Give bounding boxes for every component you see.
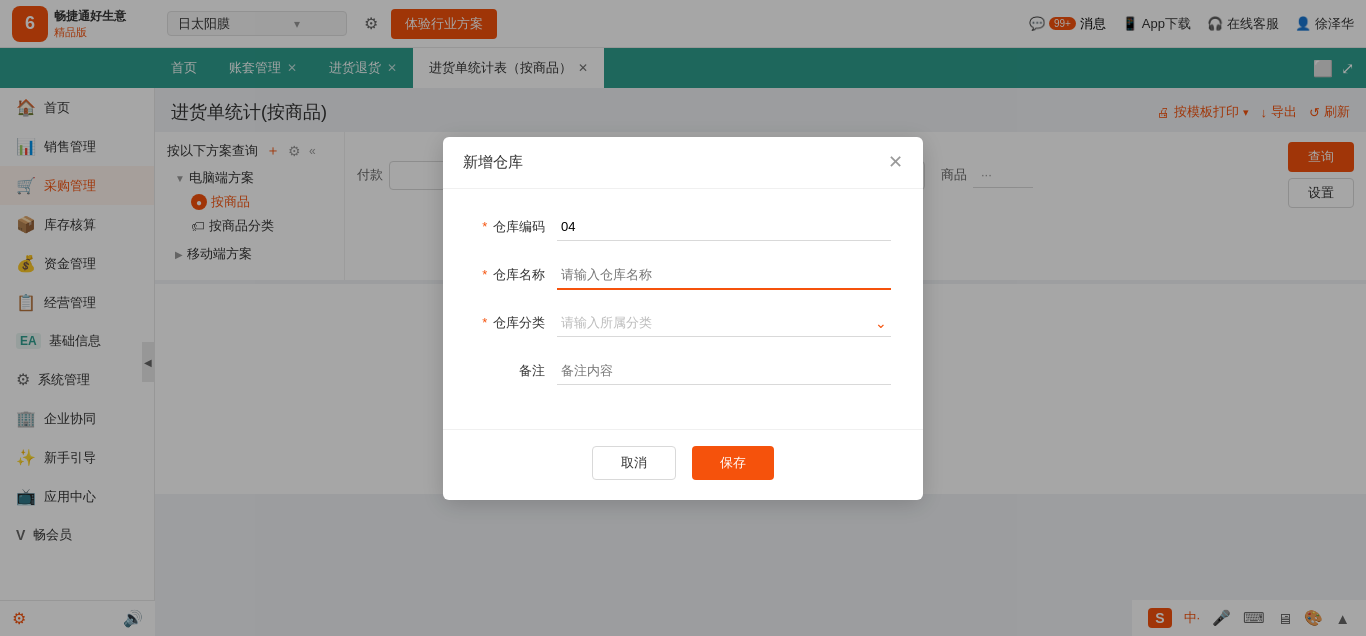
remark-label: 备注	[475, 362, 545, 380]
form-row-category: * 仓库分类 请输入所属分类 ⌄	[475, 310, 891, 337]
form-row-remark: 备注	[475, 357, 891, 385]
modal-header: 新增仓库 ✕	[443, 137, 923, 189]
code-input[interactable]	[557, 213, 891, 241]
form-row-code: * 仓库编码	[475, 213, 891, 241]
form-row-name: * 仓库名称	[475, 261, 891, 290]
remark-input[interactable]	[557, 357, 891, 385]
category-label: * 仓库分类	[475, 314, 545, 332]
code-label: * 仓库编码	[475, 218, 545, 236]
name-label: * 仓库名称	[475, 266, 545, 284]
save-button[interactable]: 保存	[692, 446, 774, 480]
modal-title: 新增仓库	[463, 153, 523, 172]
category-dropdown-icon: ⌄	[875, 315, 887, 331]
modal-overlay[interactable]: 新增仓库 ✕ * 仓库编码 * 仓库名称	[0, 0, 1366, 636]
add-warehouse-modal: 新增仓库 ✕ * 仓库编码 * 仓库名称	[443, 137, 923, 500]
cancel-button[interactable]: 取消	[592, 446, 676, 480]
modal-close-button[interactable]: ✕	[888, 153, 903, 171]
category-select[interactable]: 请输入所属分类 ⌄	[557, 310, 891, 337]
name-input[interactable]	[557, 261, 891, 290]
modal-footer: 取消 保存	[443, 429, 923, 500]
modal-body: * 仓库编码 * 仓库名称 * 仓库分类 请输入	[443, 189, 923, 429]
